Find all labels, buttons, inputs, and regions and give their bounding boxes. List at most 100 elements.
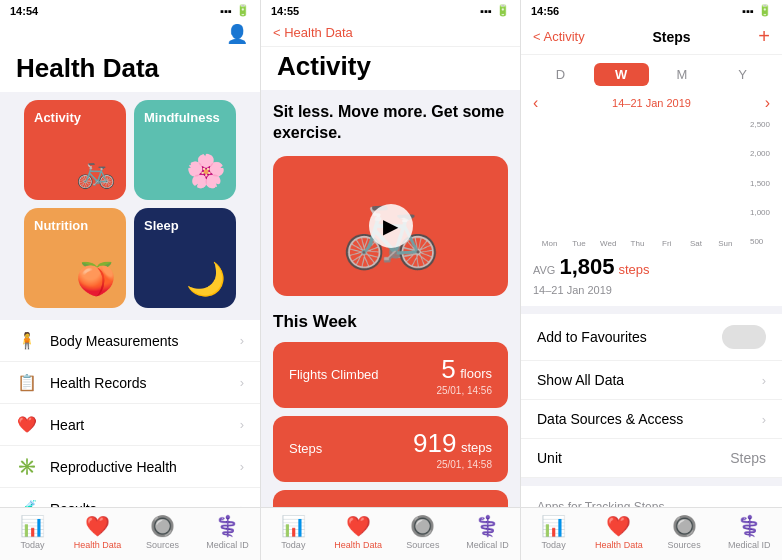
unit-value: Steps <box>730 450 766 466</box>
tab-health-data-label-2: Health Data <box>334 540 382 550</box>
tab-health-data-3[interactable]: ❤️ Health Data <box>586 514 651 550</box>
bar-thu-label: Thu <box>631 239 645 248</box>
stat-distance: Walking + Running Distance 0.73 km 25/01… <box>273 490 508 507</box>
p1-grid: Activity 🚲 Mindfulness 🌸 Nutrition 🍑 Sle… <box>12 100 248 320</box>
y-axis: 2,500 2,000 1,500 1,000 500 <box>750 118 770 248</box>
grid-item-sleep[interactable]: Sleep 🌙 <box>134 208 236 308</box>
p2-content: Sit less. Move more. Get some exercise. … <box>261 90 520 507</box>
tab-sources-label: Sources <box>146 540 179 550</box>
today-icon-2: 📊 <box>281 514 306 538</box>
show-all-label: Show All Data <box>537 372 624 388</box>
tab-month[interactable]: M <box>655 63 710 86</box>
setting-data-sources[interactable]: Data Sources & Access › <box>521 400 782 439</box>
bar-thu: Thu <box>625 237 650 248</box>
stat-steps: Steps 919 steps 25/01, 14:58 <box>273 416 508 482</box>
list-item-health-records[interactable]: 📋 Health Records › <box>0 362 260 404</box>
health-data-icon-2: ❤️ <box>346 514 371 538</box>
back-button-2[interactable]: < Health Data <box>273 25 353 40</box>
tab-health-data-1[interactable]: ❤️ Health Data <box>65 514 130 550</box>
favourites-toggle[interactable] <box>722 325 766 349</box>
bars-container: Mon Tue Wed Thu <box>537 118 766 248</box>
wifi-icon-3: ▪▪▪ <box>742 5 754 17</box>
grid-item-mindfulness[interactable]: Mindfulness 🌸 <box>134 100 236 200</box>
mindfulness-icon: 🌸 <box>144 152 226 190</box>
chevron-icon-3: › <box>240 417 244 432</box>
tab-today-1[interactable]: 📊 Today <box>0 514 65 550</box>
y-label-2000: 2,000 <box>750 149 770 158</box>
tab-medical-id-3[interactable]: ⚕️ Medical ID <box>717 514 782 550</box>
steps-label: Steps <box>289 441 322 456</box>
status-bar-3: 14:56 ▪▪▪ 🔋 <box>521 0 782 21</box>
setting-favourites: Add to Favourites <box>521 314 782 361</box>
flights-date: 25/01, 14:56 <box>436 385 492 396</box>
setting-show-all[interactable]: Show All Data › <box>521 361 782 400</box>
stat-flights-climbed: Flights Climbed 5 floors 25/01, 14:56 <box>273 342 508 408</box>
tab-week[interactable]: W <box>594 63 649 86</box>
grid-item-nutrition[interactable]: Nutrition 🍑 <box>24 208 126 308</box>
p1-list: 🧍 Body Measurements › 📋 Health Records ›… <box>0 320 260 507</box>
time-2: 14:55 <box>271 5 299 17</box>
list-item-body[interactable]: 🧍 Body Measurements › <box>0 320 260 362</box>
tab-today-3[interactable]: 📊 Today <box>521 514 586 550</box>
reproductive-label: Reproductive Health <box>50 459 240 475</box>
bar-sun-label: Sun <box>718 239 732 248</box>
sources-icon-3: 🔘 <box>672 514 697 538</box>
p3-nav-title: Steps <box>652 29 690 45</box>
avg-value: 1,805 <box>559 254 614 280</box>
p2-tagline: Sit less. Move more. Get some exercise. <box>273 102 508 144</box>
settings-section: Add to Favourites Show All Data › Data S… <box>521 314 782 478</box>
heart-label: Heart <box>50 417 240 433</box>
flights-num: 5 <box>441 354 455 384</box>
tab-medical-label: Medical ID <box>206 540 249 550</box>
add-button[interactable]: + <box>758 25 770 48</box>
next-period-button[interactable]: › <box>765 94 770 112</box>
list-item-reproductive[interactable]: ✳️ Reproductive Health › <box>0 446 260 488</box>
tab-today-2[interactable]: 📊 Today <box>261 514 326 550</box>
sources-icon: 🔘 <box>150 514 175 538</box>
tab-day[interactable]: D <box>533 63 588 86</box>
data-sources-label: Data Sources & Access <box>537 411 683 427</box>
battery-icon-3: 🔋 <box>758 4 772 17</box>
period-tabs: D W M Y <box>533 63 770 86</box>
reproductive-icon: ✳️ <box>16 457 38 476</box>
bar-fri: Fri <box>654 237 679 248</box>
status-bar-2: 14:55 ▪▪▪ 🔋 <box>261 0 520 21</box>
tab-medical-label-3: Medical ID <box>728 540 771 550</box>
setting-unit: Unit Steps <box>521 439 782 478</box>
tab-today-label-3: Today <box>542 540 566 550</box>
tab-medical-label-2: Medical ID <box>466 540 509 550</box>
tab-sources-3[interactable]: 🔘 Sources <box>652 514 717 550</box>
health-records-label: Health Records <box>50 375 240 391</box>
panel-health-data: 14:54 ▪▪▪ 🔋 👤 Health Data Activity 🚲 Min… <box>0 0 261 560</box>
panel-steps: 14:56 ▪▪▪ 🔋 < Activity Steps + D W M Y ‹… <box>521 0 782 560</box>
results-icon: 🧪 <box>16 499 38 507</box>
health-records-icon: 📋 <box>16 373 38 392</box>
list-item-results[interactable]: 🧪 Results › <box>0 488 260 507</box>
tab-sources-1[interactable]: 🔘 Sources <box>130 514 195 550</box>
p1-title: Health Data <box>16 53 159 83</box>
tab-medical-id-2[interactable]: ⚕️ Medical ID <box>455 514 520 550</box>
bar-fri-label: Fri <box>662 239 671 248</box>
tab-sources-2[interactable]: 🔘 Sources <box>391 514 456 550</box>
status-icons-3: ▪▪▪ 🔋 <box>742 4 772 17</box>
tab-year[interactable]: Y <box>715 63 770 86</box>
battery-icon: 🔋 <box>236 4 250 17</box>
tab-medical-id-1[interactable]: ⚕️ Medical ID <box>195 514 260 550</box>
tab-today-label: Today <box>20 540 44 550</box>
battery-icon-2: 🔋 <box>496 4 510 17</box>
health-data-icon: ❤️ <box>85 514 110 538</box>
favourites-label: Add to Favourites <box>537 329 647 345</box>
back-button-3[interactable]: < Activity <box>533 29 585 44</box>
tab-health-data-label: Health Data <box>74 540 122 550</box>
play-button[interactable]: ▶ <box>369 204 413 248</box>
activity-label: Activity <box>34 110 116 125</box>
activity-icon: 🚲 <box>34 152 116 190</box>
heart-icon: ❤️ <box>16 415 38 434</box>
grid-item-activity[interactable]: Activity 🚲 <box>24 100 126 200</box>
mindfulness-label: Mindfulness <box>144 110 226 125</box>
this-week-title: This Week <box>273 312 508 332</box>
chart-area: D W M Y ‹ 14–21 Jan 2019 › 2,500 2,000 1… <box>521 55 782 248</box>
tab-health-data-2[interactable]: ❤️ Health Data <box>326 514 391 550</box>
list-item-heart[interactable]: ❤️ Heart › <box>0 404 260 446</box>
prev-period-button[interactable]: ‹ <box>533 94 538 112</box>
